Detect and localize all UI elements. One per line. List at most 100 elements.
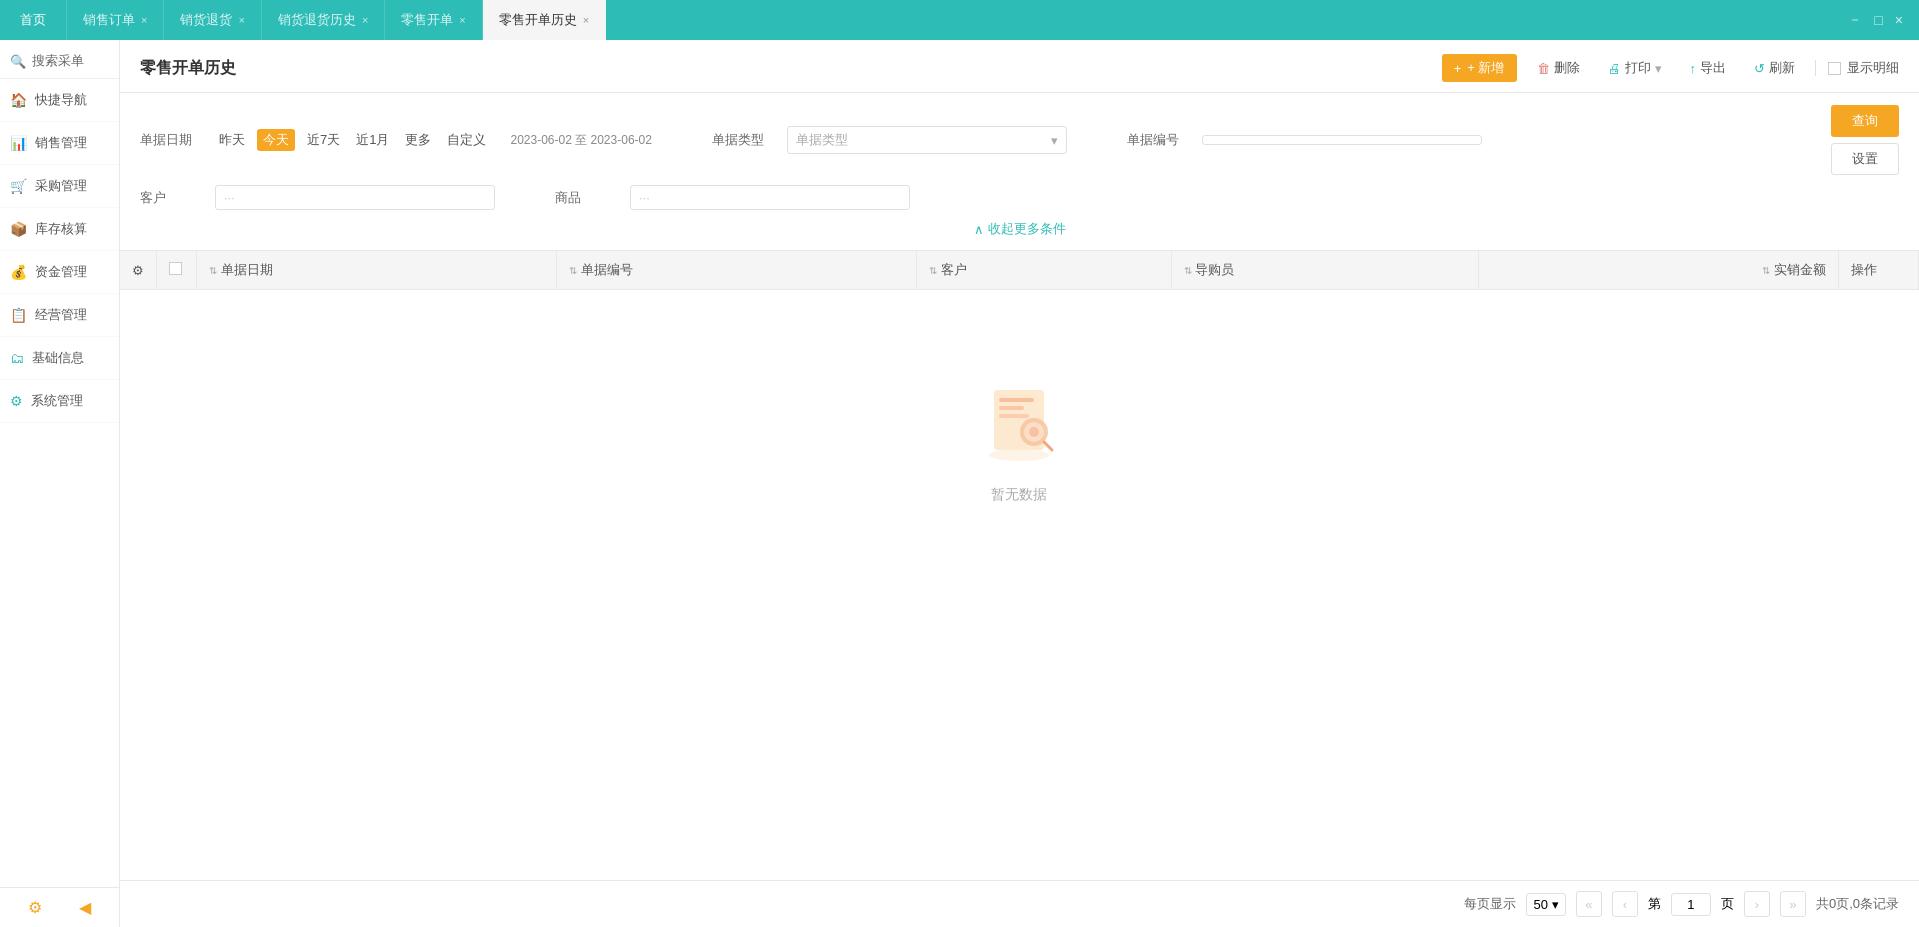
filter-area: 单据日期 昨天 今天 近7天 近1月 更多 自定义 2023-06-02 至 2… bbox=[120, 93, 1919, 251]
tab-sales-return-history[interactable]: 销货退货历史 × bbox=[262, 0, 385, 40]
sort-number-icon[interactable]: ⇅ bbox=[569, 265, 577, 276]
per-page-select[interactable]: 50 ▾ bbox=[1526, 893, 1565, 916]
export-button[interactable]: ↑ 导出 bbox=[1682, 55, 1735, 81]
date-filter-label: 单据日期 bbox=[140, 131, 195, 149]
svg-rect-2 bbox=[999, 398, 1034, 402]
sidebar-item-quick-nav[interactable]: 🏠 快捷导航 bbox=[0, 79, 119, 122]
next-page-button[interactable]: › bbox=[1744, 891, 1770, 917]
svg-point-0 bbox=[989, 449, 1049, 461]
collapse-sidebar-icon[interactable]: ◀ bbox=[79, 898, 91, 917]
sidebar-item-purchase-mgmt[interactable]: 🛒 采购管理 bbox=[0, 165, 119, 208]
close-tab-sales-return-history[interactable]: × bbox=[362, 14, 368, 26]
doc-number-label: 单据编号 bbox=[1127, 131, 1182, 149]
window-controls: － □ × bbox=[1848, 11, 1919, 29]
add-button[interactable]: + + 新增 bbox=[1442, 54, 1517, 82]
date-option-yesterday[interactable]: 昨天 bbox=[215, 129, 249, 151]
sidebar-item-sys-mgmt[interactable]: ⚙ 系统管理 bbox=[0, 380, 119, 423]
close-tab-sales-order[interactable]: × bbox=[141, 14, 147, 26]
display-detail-checkbox[interactable] bbox=[1828, 62, 1841, 75]
date-option-custom[interactable]: 自定义 bbox=[443, 129, 490, 151]
sidebar-search[interactable]: 🔍 搜索采单 bbox=[0, 40, 119, 79]
page-title: 零售开单历史 bbox=[140, 58, 236, 79]
gear-icon: ⚙ bbox=[10, 393, 23, 409]
tab-retail-open[interactable]: 零售开单 × bbox=[385, 0, 482, 40]
per-page-chevron-icon: ▾ bbox=[1552, 897, 1559, 912]
first-page-button[interactable]: « bbox=[1576, 891, 1602, 917]
sort-amount-icon[interactable]: ⇅ bbox=[1762, 265, 1770, 276]
tab-retail-open-history[interactable]: 零售开单历史 × bbox=[483, 0, 606, 40]
search-icon: 🔍 bbox=[10, 54, 26, 69]
page-label: 第 bbox=[1648, 895, 1661, 913]
delete-button[interactable]: 🗑 删除 bbox=[1529, 55, 1588, 81]
add-icon: + bbox=[1454, 61, 1462, 76]
query-button[interactable]: 查询 bbox=[1831, 105, 1899, 137]
th-settings[interactable]: ⚙ bbox=[120, 251, 157, 290]
close-tab-retail-open[interactable]: × bbox=[459, 14, 465, 26]
sort-customer-icon[interactable]: ⇅ bbox=[929, 265, 937, 276]
collapse-icon: ∧ bbox=[974, 222, 984, 237]
prev-page-button[interactable]: ‹ bbox=[1612, 891, 1638, 917]
money-icon: 💰 bbox=[10, 264, 27, 280]
th-actions: 操作 bbox=[1839, 251, 1919, 290]
date-range-display: 2023-06-02 至 2023-06-02 bbox=[510, 132, 651, 149]
doc-type-label: 单据类型 bbox=[712, 131, 767, 149]
export-icon: ↑ bbox=[1690, 61, 1697, 76]
display-detail-button[interactable]: 显示明细 bbox=[1828, 59, 1899, 77]
doc-type-select[interactable]: 单据类型 ▾ bbox=[787, 126, 1067, 154]
minimize-button[interactable]: － bbox=[1848, 11, 1862, 29]
th-checkbox[interactable] bbox=[157, 251, 197, 290]
filter-row-2: 客户 ··· 商品 ··· bbox=[140, 185, 1899, 210]
collapse-filter-button[interactable]: ∧ 收起更多条件 bbox=[974, 220, 1066, 238]
content-area: 零售开单历史 + + 新增 🗑 删除 🖨 打印 ▾ ↑ 导出 bbox=[120, 40, 1919, 927]
th-customer: ⇅ 客户 bbox=[917, 251, 1171, 290]
table-settings-icon[interactable]: ⚙ bbox=[132, 263, 144, 278]
doc-number-input[interactable] bbox=[1202, 135, 1482, 145]
chart-icon: 📊 bbox=[10, 135, 27, 151]
svg-point-8 bbox=[1029, 427, 1039, 437]
date-option-today[interactable]: 今天 bbox=[257, 129, 295, 151]
sort-guide-icon[interactable]: ⇅ bbox=[1184, 265, 1192, 276]
sidebar-item-basic-info[interactable]: 🗂 基础信息 bbox=[0, 337, 119, 380]
sidebar-item-operations[interactable]: 📋 经营管理 bbox=[0, 294, 119, 337]
sidebar-item-finance[interactable]: 💰 资金管理 bbox=[0, 251, 119, 294]
data-table: ⚙ ⇅ 单据日期 ⇅ 单据编号 bbox=[120, 251, 1919, 584]
empty-icon bbox=[969, 370, 1069, 470]
date-option-7days[interactable]: 近7天 bbox=[303, 129, 344, 151]
close-tab-sales-return[interactable]: × bbox=[238, 14, 244, 26]
goods-input[interactable]: ··· bbox=[630, 185, 910, 210]
filter-row-1: 单据日期 昨天 今天 近7天 近1月 更多 自定义 2023-06-02 至 2… bbox=[140, 105, 1899, 175]
svg-rect-3 bbox=[999, 406, 1024, 410]
print-button[interactable]: 🖨 打印 ▾ bbox=[1600, 55, 1670, 81]
page-header: 零售开单历史 + + 新增 🗑 删除 🖨 打印 ▾ ↑ 导出 bbox=[120, 40, 1919, 93]
customer-input[interactable]: ··· bbox=[215, 185, 495, 210]
tab-sales-order[interactable]: 销售订单 × bbox=[67, 0, 164, 40]
date-option-more[interactable]: 更多 bbox=[401, 129, 435, 151]
close-button[interactable]: × bbox=[1895, 12, 1903, 28]
settings-bottom-icon[interactable]: ⚙ bbox=[28, 898, 42, 917]
filter-settings-button[interactable]: 设置 bbox=[1831, 143, 1899, 175]
home-icon: 🏠 bbox=[10, 92, 27, 108]
cart-icon: 🛒 bbox=[10, 178, 27, 194]
tab-home[interactable]: 首页 bbox=[0, 0, 67, 40]
page-suffix: 页 bbox=[1721, 895, 1734, 913]
th-guide: ⇅ 导购员 bbox=[1171, 251, 1478, 290]
sort-date-icon[interactable]: ⇅ bbox=[209, 265, 217, 276]
doc-type-chevron-icon: ▾ bbox=[1051, 133, 1058, 148]
refresh-button[interactable]: ↺ 刷新 bbox=[1746, 55, 1803, 81]
maximize-button[interactable]: □ bbox=[1874, 12, 1882, 28]
customer-label: 客户 bbox=[140, 189, 195, 207]
tab-sales-return[interactable]: 销货退货 × bbox=[164, 0, 261, 40]
sidebar-item-inventory[interactable]: 📦 库存核算 bbox=[0, 208, 119, 251]
select-all-checkbox[interactable] bbox=[169, 262, 182, 275]
box-icon: 📦 bbox=[10, 221, 27, 237]
empty-state: 暂无数据 bbox=[120, 290, 1919, 584]
date-option-1month[interactable]: 近1月 bbox=[352, 129, 393, 151]
th-date: ⇅ 单据日期 bbox=[197, 251, 557, 290]
svg-rect-4 bbox=[999, 414, 1029, 418]
sidebar-bottom: ⚙ ◀ bbox=[0, 887, 119, 927]
query-actions: 查询 设置 bbox=[1831, 105, 1899, 175]
sidebar-item-sales-mgmt[interactable]: 📊 销售管理 bbox=[0, 122, 119, 165]
last-page-button[interactable]: » bbox=[1780, 891, 1806, 917]
page-number-input[interactable] bbox=[1671, 893, 1711, 916]
close-tab-retail-open-history[interactable]: × bbox=[583, 14, 589, 26]
